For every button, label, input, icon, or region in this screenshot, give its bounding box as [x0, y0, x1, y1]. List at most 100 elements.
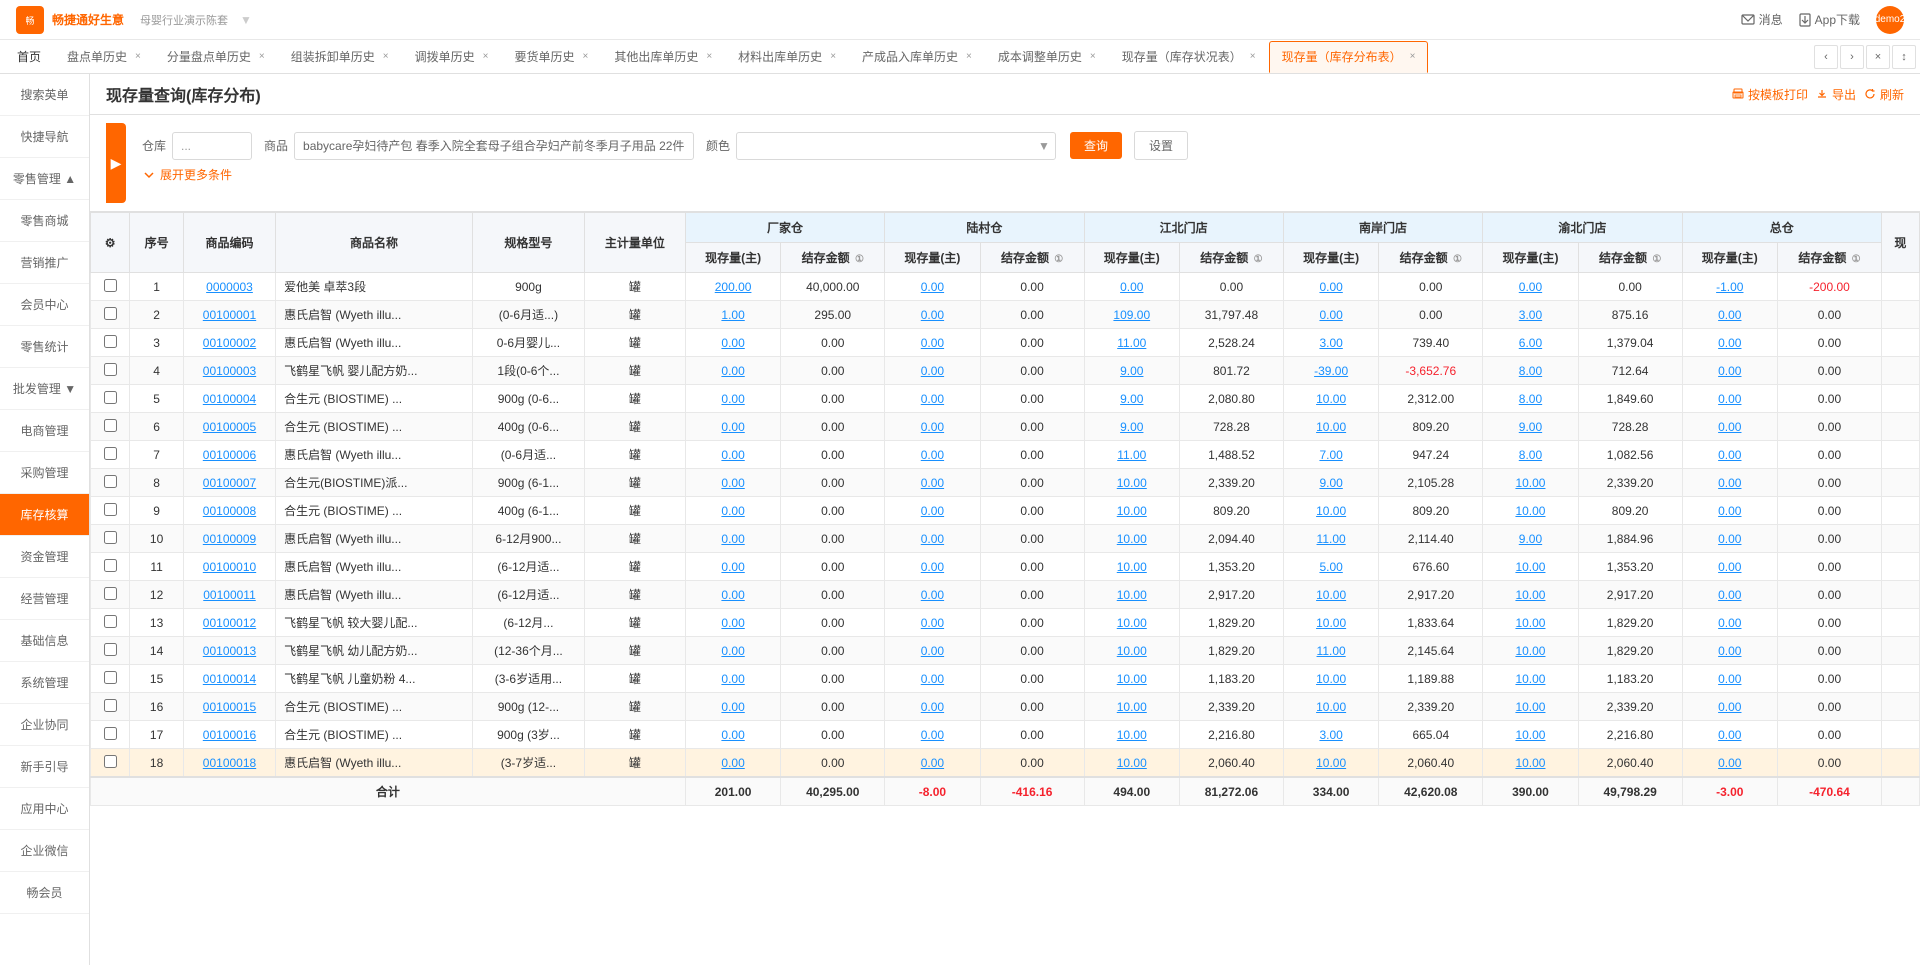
- export-btn[interactable]: 导出: [1816, 86, 1856, 103]
- table-row-lucun-qty[interactable]: 0.00: [885, 329, 981, 357]
- tab-home[interactable]: 首页: [4, 41, 54, 73]
- table-row-total-qty[interactable]: 0.00: [1682, 497, 1778, 525]
- table-row-check[interactable]: [91, 693, 130, 721]
- query-btn[interactable]: 查询: [1070, 132, 1122, 159]
- table-row-code[interactable]: 00100009: [183, 525, 275, 553]
- table-row-total-qty[interactable]: 0.00: [1682, 581, 1778, 609]
- table-row-jiangbei-qty[interactable]: 10.00: [1084, 553, 1180, 581]
- table-row-total-qty[interactable]: 0.00: [1682, 693, 1778, 721]
- table-row-lucun-qty[interactable]: 0.00: [885, 721, 981, 749]
- table-row-total-qty[interactable]: 0.00: [1682, 553, 1778, 581]
- sidebar-item-basic[interactable]: 基础信息: [0, 620, 89, 662]
- table-row-nanan-qty[interactable]: 10.00: [1283, 385, 1379, 413]
- tab-chancheng[interactable]: 产成品入库单历史 ×: [849, 41, 985, 73]
- table-row-factory-qty[interactable]: 0.00: [685, 749, 781, 778]
- sidebar-item-retail[interactable]: 零售管理 ▲: [0, 158, 89, 200]
- tab-qitachuku[interactable]: 其他出库单历史 ×: [601, 41, 725, 73]
- tab-close-yaohuo[interactable]: ×: [582, 51, 588, 62]
- table-row-jiangbei-qty[interactable]: 10.00: [1084, 749, 1180, 778]
- tab-close-kucun-dist[interactable]: ×: [1410, 51, 1416, 62]
- sidebar-item-members[interactable]: 会员中心: [0, 284, 89, 326]
- sidebar-item-nav[interactable]: 快捷导航: [0, 116, 89, 158]
- table-row-code[interactable]: 00100003: [183, 357, 275, 385]
- tab-cailiao[interactable]: 材料出库单历史 ×: [725, 41, 849, 73]
- table-row-jiangbei-qty[interactable]: 9.00: [1084, 357, 1180, 385]
- tab-zuzhechaiou[interactable]: 组装拆卸单历史 ×: [278, 41, 402, 73]
- table-row-jiangbei-qty[interactable]: 10.00: [1084, 497, 1180, 525]
- factory-amt-info[interactable]: ①: [855, 254, 864, 265]
- sidebar-item-ecommerce[interactable]: 电商管理: [0, 410, 89, 452]
- table-row-nanan-qty[interactable]: 0.00: [1283, 273, 1379, 301]
- table-row-yubei-qty[interactable]: 6.00: [1483, 329, 1579, 357]
- table-row-jiangbei-qty[interactable]: 9.00: [1084, 413, 1180, 441]
- table-row-jiangbei-qty[interactable]: 10.00: [1084, 665, 1180, 693]
- table-row-lucun-qty[interactable]: 0.00: [885, 497, 981, 525]
- table-row-factory-qty[interactable]: 0.00: [685, 385, 781, 413]
- table-row-total-qty[interactable]: 0.00: [1682, 301, 1778, 329]
- table-row-check[interactable]: [91, 525, 130, 553]
- sidebar-item-wholesale[interactable]: 批发管理 ▼: [0, 368, 89, 410]
- sidebar-item-enterprise[interactable]: 企业协同: [0, 704, 89, 746]
- table-row-jiangbei-qty[interactable]: 10.00: [1084, 693, 1180, 721]
- table-row-yubei-qty[interactable]: 10.00: [1483, 497, 1579, 525]
- table-row-nanan-qty[interactable]: 9.00: [1283, 469, 1379, 497]
- table-row-check[interactable]: [91, 357, 130, 385]
- table-row-jiangbei-qty[interactable]: 0.00: [1084, 273, 1180, 301]
- table-row-check[interactable]: [91, 329, 130, 357]
- table-row-total-qty[interactable]: 0.00: [1682, 665, 1778, 693]
- lucun-amt-info[interactable]: ①: [1054, 254, 1063, 265]
- nanan-amt-info[interactable]: ①: [1453, 254, 1462, 265]
- sidebar-item-marketing[interactable]: 营销推广: [0, 242, 89, 284]
- table-row-code[interactable]: 00100010: [183, 553, 275, 581]
- user-avatar[interactable]: demo2: [1876, 6, 1904, 34]
- table-row-total-qty[interactable]: 0.00: [1682, 637, 1778, 665]
- table-row-yubei-qty[interactable]: 10.00: [1483, 469, 1579, 497]
- sidebar-item-finance[interactable]: 资金管理: [0, 536, 89, 578]
- table-row-yubei-qty[interactable]: 10.00: [1483, 581, 1579, 609]
- sidebar-item-guide[interactable]: 新手引导: [0, 746, 89, 788]
- table-row-total-qty[interactable]: 0.00: [1682, 357, 1778, 385]
- table-row-yubei-qty[interactable]: 8.00: [1483, 441, 1579, 469]
- table-row-total-qty[interactable]: 0.00: [1682, 441, 1778, 469]
- app-download-btn[interactable]: App下载: [1799, 11, 1860, 28]
- print-btn[interactable]: 按模板打印: [1732, 86, 1808, 103]
- table-row-check[interactable]: [91, 749, 130, 778]
- table-row-nanan-qty[interactable]: 10.00: [1283, 665, 1379, 693]
- table-row-code[interactable]: 0000003: [183, 273, 275, 301]
- yubei-amt-info[interactable]: ①: [1652, 254, 1661, 265]
- table-row-factory-qty[interactable]: 0.00: [685, 525, 781, 553]
- table-row-code[interactable]: 00100001: [183, 301, 275, 329]
- table-row-nanan-qty[interactable]: 10.00: [1283, 497, 1379, 525]
- table-row-lucun-qty[interactable]: 0.00: [885, 469, 981, 497]
- table-row-total-qty[interactable]: -1.00: [1682, 273, 1778, 301]
- table-row-factory-qty[interactable]: 0.00: [685, 357, 781, 385]
- table-row-jiangbei-qty[interactable]: 11.00: [1084, 441, 1180, 469]
- tab-next-btn[interactable]: ›: [1840, 45, 1864, 69]
- table-row-nanan-qty[interactable]: 5.00: [1283, 553, 1379, 581]
- table-row-total-qty[interactable]: 0.00: [1682, 721, 1778, 749]
- table-row-nanan-qty[interactable]: 10.00: [1283, 609, 1379, 637]
- table-row-nanan-qty[interactable]: 10.00: [1283, 693, 1379, 721]
- tab-close-all-btn[interactable]: ×: [1866, 45, 1890, 69]
- table-row-jiangbei-qty[interactable]: 10.00: [1084, 637, 1180, 665]
- sidebar-item-purchase[interactable]: 采购管理: [0, 452, 89, 494]
- table-row-code[interactable]: 00100006: [183, 441, 275, 469]
- table-row-factory-qty[interactable]: 0.00: [685, 721, 781, 749]
- table-row-code[interactable]: 00100018: [183, 749, 275, 778]
- zongcang-amt-info[interactable]: ①: [1852, 254, 1861, 265]
- tab-close-cailiao[interactable]: ×: [830, 51, 836, 62]
- table-row-code[interactable]: 00100004: [183, 385, 275, 413]
- table-row-total-qty[interactable]: 0.00: [1682, 749, 1778, 778]
- tab-close-zuzhechaiou[interactable]: ×: [383, 51, 389, 62]
- table-row-code[interactable]: 00100008: [183, 497, 275, 525]
- table-row-check[interactable]: [91, 553, 130, 581]
- table-row-factory-qty[interactable]: 0.00: [685, 469, 781, 497]
- tab-prev-btn[interactable]: ‹: [1814, 45, 1838, 69]
- table-row-yubei-qty[interactable]: 10.00: [1483, 637, 1579, 665]
- table-row-factory-qty[interactable]: 0.00: [685, 693, 781, 721]
- table-row-nanan-qty[interactable]: 10.00: [1283, 413, 1379, 441]
- table-row-factory-qty[interactable]: 0.00: [685, 609, 781, 637]
- table-row-check[interactable]: [91, 665, 130, 693]
- tab-close-fenpandian[interactable]: ×: [259, 51, 265, 62]
- table-row-total-qty[interactable]: 0.00: [1682, 385, 1778, 413]
